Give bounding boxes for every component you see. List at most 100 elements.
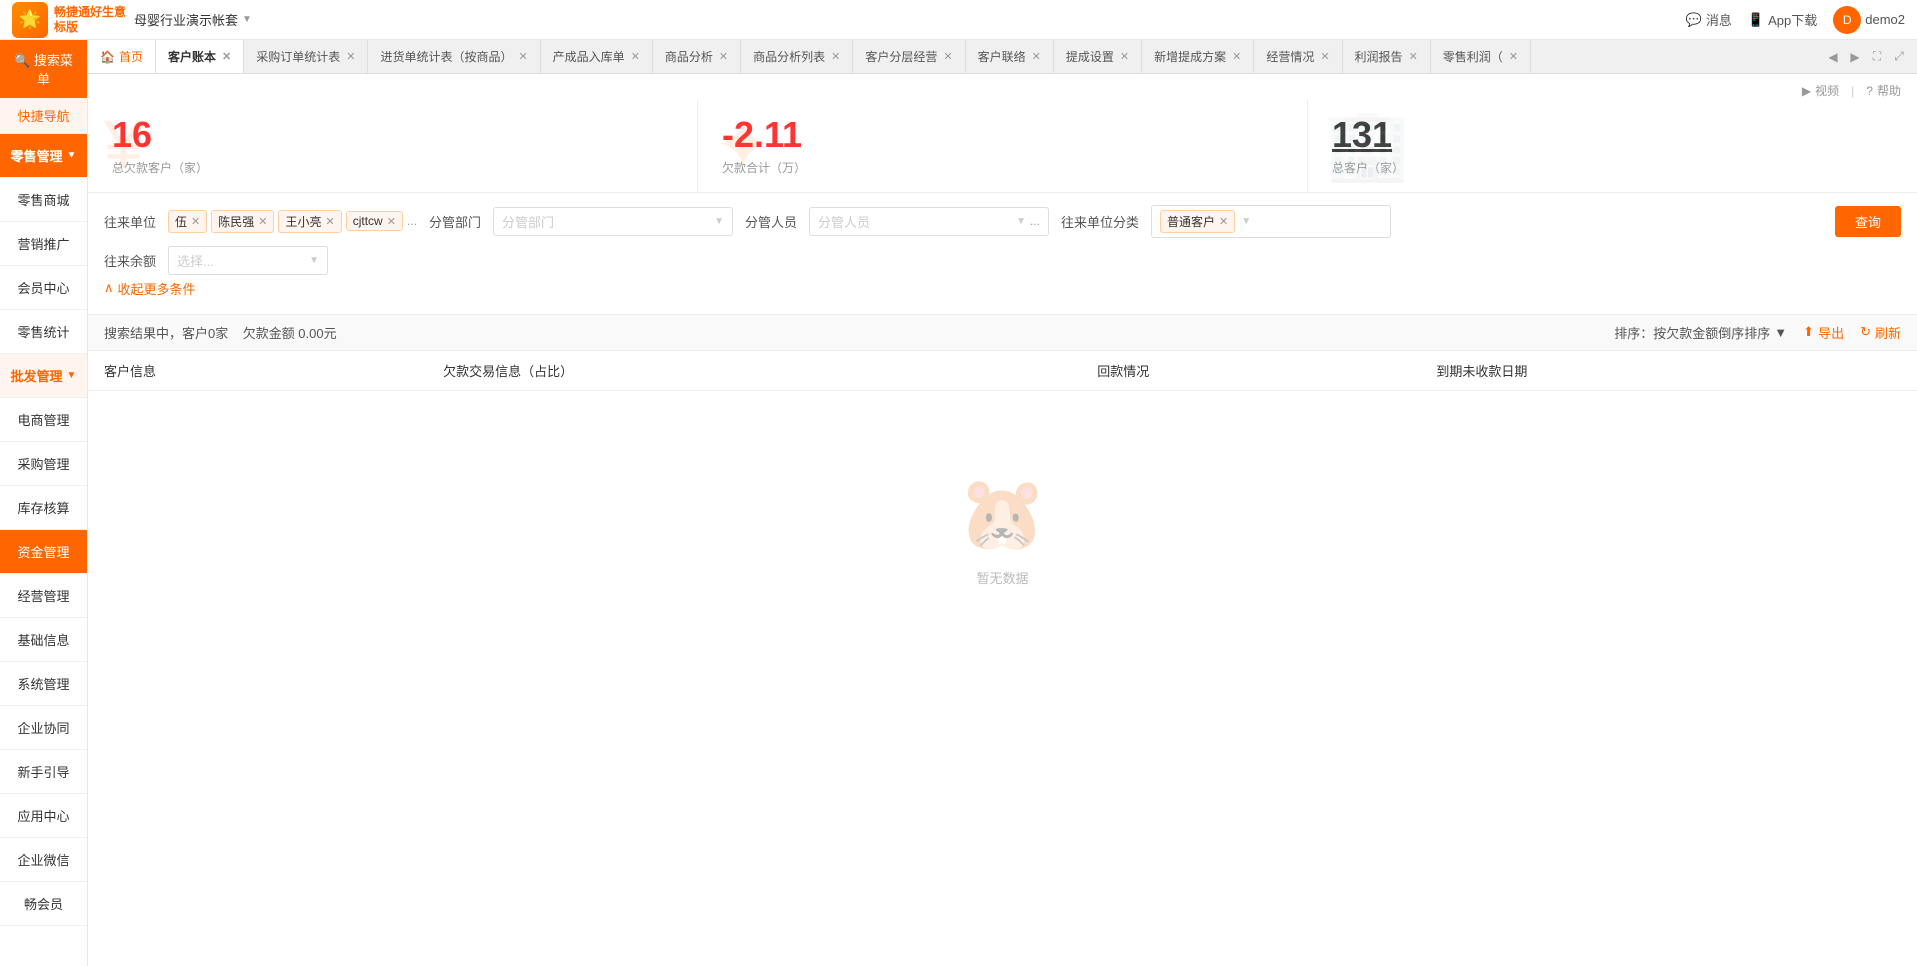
- user-avatar[interactable]: D demo2: [1833, 6, 1905, 34]
- sidebar-item-app-center[interactable]: 应用中心: [0, 794, 87, 838]
- search-icon: 🔍: [14, 53, 30, 68]
- stat-overdue-amount: ✦ -2.11 欠款合计（万）: [698, 99, 1308, 192]
- sidebar-item-system[interactable]: 系统管理: [0, 662, 87, 706]
- sidebar-item-wechat[interactable]: 企业微信: [0, 838, 87, 882]
- sidebar-item-finance[interactable]: 资金管理: [0, 530, 87, 574]
- message-button[interactable]: 💬 消息: [1686, 10, 1732, 29]
- stat-bg-icon-customers: ¥: [104, 105, 143, 185]
- top-bar: 🌟 畅捷通好生意 标版 母婴行业演示帐套 ▼ 💬 消息 📱 App下载 D de…: [0, 0, 1917, 40]
- person-filter-label: 分管人员: [745, 212, 797, 231]
- filter-tag-wang-close[interactable]: ✕: [326, 215, 335, 228]
- dept-select[interactable]: 分管部门 ▼: [493, 207, 733, 236]
- col-repayment: 回款情况: [1081, 351, 1420, 391]
- tab-purchase-stat[interactable]: 进货单统计表（按商品） ✕: [368, 40, 540, 74]
- sidebar-search[interactable]: 🔍 搜索菜单: [0, 40, 87, 98]
- tab-customer-segment[interactable]: 客户分层经营 ✕: [853, 40, 965, 74]
- sidebar-item-inventory[interactable]: 库存核算: [0, 486, 87, 530]
- filter-tag-cjttcw-close[interactable]: ✕: [387, 215, 396, 228]
- tab-purchase-order-stat[interactable]: 采购订单统计表 ✕: [244, 40, 368, 74]
- tab-close-product-instock[interactable]: ✕: [631, 50, 640, 63]
- export-button[interactable]: ⬆ 导出: [1803, 323, 1844, 342]
- tab-product-instock[interactable]: 产成品入库单 ✕: [541, 40, 653, 74]
- query-button[interactable]: 查询: [1835, 206, 1901, 237]
- balance-select[interactable]: 选择... ▼: [168, 246, 328, 275]
- sidebar-item-operations[interactable]: 经营管理: [0, 574, 87, 618]
- tenant-dropdown-icon: ▼: [242, 14, 252, 25]
- sidebar-item-wholesale-mgmt[interactable]: 批发管理 ▼: [0, 354, 87, 398]
- sidebar-item-purchase[interactable]: 采购管理: [0, 442, 87, 486]
- sidebar-item-enterprise[interactable]: 企业协同: [0, 706, 87, 750]
- chevron-icon: ▼: [67, 150, 77, 161]
- tab-expand[interactable]: ⛶: [1867, 47, 1887, 67]
- tab-close-promotion[interactable]: ✕: [1120, 50, 1129, 63]
- filter-more-tags[interactable]: ...: [407, 214, 417, 228]
- sidebar-item-newbie[interactable]: 新手引导: [0, 750, 87, 794]
- unit-class-arrow: ▼: [1241, 216, 1251, 227]
- filter-tag-wu-close[interactable]: ✕: [191, 215, 200, 228]
- tab-promotion-settings[interactable]: 提成设置 ✕: [1054, 40, 1142, 74]
- tab-scroll-left[interactable]: ◀: [1823, 47, 1843, 67]
- tab-close-profit[interactable]: ✕: [1409, 50, 1418, 63]
- tab-close-product-analysis[interactable]: ✕: [719, 50, 728, 63]
- filter-tag-chen-close[interactable]: ✕: [258, 215, 267, 228]
- top-bar-left: 🌟 畅捷通好生意 标版 母婴行业演示帐套 ▼: [12, 2, 252, 38]
- tab-bar: 🏠 首页 客户账本 ✕ 采购订单统计表 ✕ 进货单统计表（按商品） ✕ 产成品入…: [88, 40, 1917, 74]
- filter-collapse-button[interactable]: ∧ 收起更多条件: [104, 279, 1901, 298]
- tab-close-purchase-order[interactable]: ✕: [346, 50, 355, 63]
- tab-operations-info[interactable]: 经营情况 ✕: [1254, 40, 1342, 74]
- results-summary: 搜索结果中，客户0家 欠款金额 0.00元: [104, 323, 337, 342]
- unit-class-select[interactable]: 普通客户 ✕ ▼: [1151, 205, 1391, 238]
- sidebar-quick-nav[interactable]: 快捷导航: [0, 98, 87, 134]
- sidebar-item-retail-stat[interactable]: 零售统计: [0, 310, 87, 354]
- sidebar-item-retail-shop[interactable]: 零售商城: [0, 178, 87, 222]
- tab-scroll-right[interactable]: ▶: [1845, 47, 1865, 67]
- tab-close-new-promotion[interactable]: ✕: [1232, 50, 1241, 63]
- tab-home[interactable]: 🏠 首页: [88, 40, 156, 74]
- results-bar-right: 排序：按欠款金额倒序排序 ▼ ⬆ 导出 ↻ 刷新: [1614, 323, 1901, 342]
- tab-close-purchase-stat[interactable]: ✕: [518, 50, 527, 63]
- sidebar-item-basic-info[interactable]: 基础信息: [0, 618, 87, 662]
- unit-class-tag-close[interactable]: ✕: [1219, 215, 1228, 228]
- logo-text: 畅捷通好生意 标版: [54, 5, 126, 34]
- tab-close-operations[interactable]: ✕: [1320, 50, 1329, 63]
- person-more[interactable]: ...: [1030, 214, 1040, 228]
- tab-product-analysis-list[interactable]: 商品分析列表 ✕: [741, 40, 853, 74]
- sidebar-item-ecommerce[interactable]: 电商管理: [0, 398, 87, 442]
- data-table: 客户信息 欠款交易信息（占比） 回款情况 到期未收款日期 🐹: [88, 351, 1917, 667]
- home-icon: 🏠: [100, 50, 115, 64]
- content-area: 🏠 首页 客户账本 ✕ 采购订单统计表 ✕ 进货单统计表（按商品） ✕ 产成品入…: [88, 40, 1917, 966]
- tab-product-analysis[interactable]: 商品分析 ✕: [653, 40, 741, 74]
- sidebar-item-marketing[interactable]: 营销推广: [0, 222, 87, 266]
- logo-icon: 🌟: [12, 2, 48, 38]
- tab-close-segment[interactable]: ✕: [943, 50, 952, 63]
- person-select[interactable]: 分管人员 ▼ ...: [809, 207, 1049, 236]
- tab-customer-account[interactable]: 客户账本 ✕: [156, 40, 244, 74]
- sidebar-item-member2[interactable]: 畅会员: [0, 882, 87, 926]
- stats-row: ¥ 16 总欠款客户（家） ✦ -2.11 欠款合计（万） 🏢 131 总客户（…: [88, 99, 1917, 193]
- unit-class-label: 往来单位分类: [1061, 212, 1139, 231]
- tab-close-retail-profit[interactable]: ✕: [1509, 50, 1518, 63]
- tab-arrows: ◀ ▶ ⛶ ⤢: [1815, 47, 1917, 67]
- top-bar-right: 💬 消息 📱 App下载 D demo2: [1686, 6, 1905, 34]
- tab-close-product-analysis-list[interactable]: ✕: [831, 50, 840, 63]
- tab-fullscreen[interactable]: ⤢: [1889, 47, 1909, 67]
- col-customer-info: 客户信息: [88, 351, 427, 391]
- unit-class-tag: 普通客户 ✕: [1160, 210, 1235, 233]
- tab-retail-profit[interactable]: 零售利润（ ✕: [1431, 40, 1531, 74]
- results-bar: 搜索结果中，客户0家 欠款金额 0.00元 排序：按欠款金额倒序排序 ▼ ⬆ 导…: [88, 315, 1917, 351]
- tab-close-customer-account[interactable]: ✕: [222, 50, 231, 63]
- empty-state: 🐹 暂无数据: [88, 391, 1917, 667]
- tenant-selector[interactable]: 母婴行业演示帐套 ▼: [134, 10, 252, 29]
- help-button[interactable]: ? 帮助: [1866, 82, 1901, 99]
- sort-button[interactable]: 排序：按欠款金额倒序排序 ▼: [1614, 323, 1787, 342]
- sidebar-item-member[interactable]: 会员中心: [0, 266, 87, 310]
- tab-new-promotion[interactable]: 新增提成方案 ✕: [1142, 40, 1254, 74]
- tab-customer-contact[interactable]: 客户联络 ✕: [966, 40, 1054, 74]
- video-help-button[interactable]: ▶ 视频: [1802, 82, 1839, 99]
- refresh-button[interactable]: ↻ 刷新: [1860, 323, 1901, 342]
- stat-overdue-customers: ¥ 16 总欠款客户（家）: [88, 99, 698, 192]
- app-download-button[interactable]: 📱 App下载: [1748, 10, 1817, 29]
- sidebar-item-retail-mgmt[interactable]: 零售管理 ▼: [0, 134, 87, 178]
- tab-close-contact[interactable]: ✕: [1032, 50, 1041, 63]
- tab-profit-report[interactable]: 利润报告 ✕: [1343, 40, 1431, 74]
